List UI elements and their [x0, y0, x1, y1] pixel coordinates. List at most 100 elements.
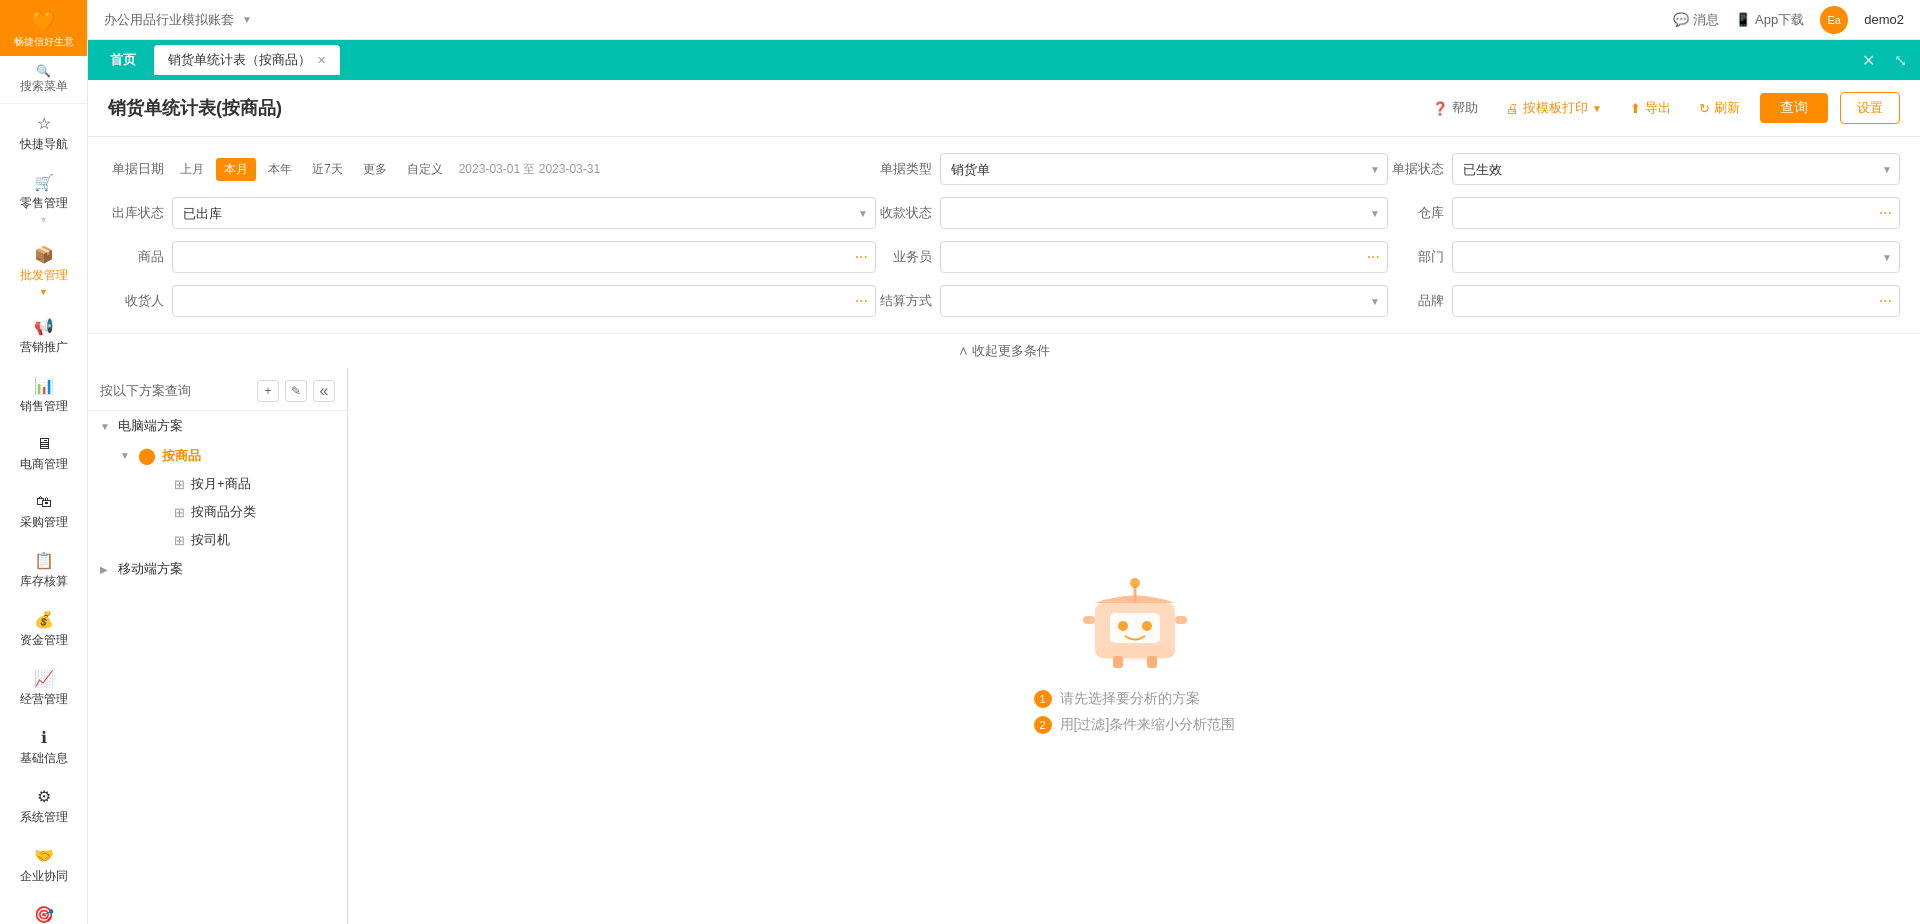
- brand-input[interactable]: [1452, 285, 1900, 317]
- receipt-status-label: 收款状态: [876, 204, 932, 222]
- out-status-control: 已出库 ▼: [172, 197, 876, 229]
- empty-state: 1 请先选择要分析的方案 2 用[过滤]条件来缩小分析范围: [1034, 558, 1236, 734]
- add-scheme-btn[interactable]: +: [257, 380, 279, 402]
- date-tab-last-month[interactable]: 上月: [172, 158, 212, 181]
- edit-scheme-btn[interactable]: ✎: [285, 380, 307, 402]
- export-icon: ⬆: [1630, 101, 1641, 116]
- date-tabs: 上月 本月 本年 近7天 更多 自定义: [172, 158, 451, 181]
- print-dropdown-icon[interactable]: ▼: [1592, 103, 1602, 114]
- settlement-select[interactable]: [940, 285, 1388, 317]
- sidebar-item-newbie[interactable]: 🎯 新手引导: [0, 895, 87, 924]
- sidebar-item-search-menu[interactable]: 🔍 搜索菜单: [0, 56, 87, 104]
- out-status-select[interactable]: 已出库: [172, 197, 876, 229]
- help-btn[interactable]: ❓ 帮助: [1424, 95, 1486, 121]
- tree-node-by-goods[interactable]: ▼ ⬤ 按商品: [112, 441, 347, 470]
- username: demo2: [1864, 12, 1904, 27]
- tab-home[interactable]: 首页: [96, 45, 150, 75]
- sidebar-item-ecom-mgmt[interactable]: 🖥 电商管理: [0, 425, 87, 483]
- sidebar: 🧡 畅捷信好生意 🔍 搜索菜单 ☆ 快捷导航 🛒 零售管理 ▼ 📦 批发管理 ▼…: [0, 0, 88, 924]
- doc-status-control: 已生效 ▼: [1452, 153, 1900, 185]
- tree-node-by-month-goods[interactable]: ⊞ 按月+商品: [148, 470, 347, 498]
- sidebar-item-collab[interactable]: 🤝 企业协同: [0, 836, 87, 895]
- filter-consignee: 收货人 ···: [108, 285, 876, 317]
- node-label-by-goods-category: 按商品分类: [191, 503, 256, 521]
- expand-icon: ▼: [100, 421, 112, 432]
- sidebar-item-sales-mgmt[interactable]: 📊 销售管理: [0, 366, 87, 425]
- sidebar-item-quick-nav[interactable]: ☆ 快捷导航: [0, 104, 87, 163]
- receipt-status-select[interactable]: [940, 197, 1388, 229]
- sidebar-item-wholesale-mgmt[interactable]: 📦 批发管理 ▼: [0, 235, 87, 307]
- help-icon: ❓: [1432, 101, 1448, 116]
- doc-status-label: 单据状态: [1388, 160, 1444, 178]
- filter-settlement: 结算方式 ▼: [876, 285, 1388, 317]
- page-header-section: 销货单统计表(按商品) ❓ 帮助 🖨 按模板打印 ▼ ⬆ 导出: [88, 80, 1920, 368]
- filter-row-4: 收货人 ··· 结算方式 ▼: [108, 285, 1900, 317]
- collapse-panel-btn[interactable]: «: [313, 380, 335, 402]
- filter-row-1: 单据日期 上月 本月 本年 近7天 更多 自定义 2023-03-01 至 20…: [108, 153, 1900, 185]
- tip-bullet-1: 1: [1034, 690, 1052, 708]
- print-btn[interactable]: 🖨 按模板打印 ▼: [1498, 95, 1610, 121]
- tab-close-icon[interactable]: ✕: [317, 54, 326, 67]
- svg-point-6: [1130, 578, 1140, 588]
- date-tab-last-7-days[interactable]: 近7天: [304, 158, 351, 181]
- message-btn[interactable]: 💬 消息: [1673, 11, 1719, 29]
- refresh-btn[interactable]: ↻ 刷新: [1691, 95, 1748, 121]
- warehouse-control: ···: [1452, 197, 1900, 229]
- goods-control: ···: [172, 241, 876, 273]
- date-tab-this-month[interactable]: 本月: [216, 158, 256, 181]
- tree-group-mobile[interactable]: ▶ 移动端方案: [88, 554, 347, 584]
- sidebar-item-marketing[interactable]: 📢 营销推广: [0, 307, 87, 366]
- workspace-name: 办公用品行业模拟账套: [104, 11, 234, 29]
- settings-button[interactable]: 设置: [1840, 92, 1900, 124]
- date-tab-custom[interactable]: 自定义: [399, 158, 451, 181]
- tree-group-desktop[interactable]: ▼ 电脑端方案: [88, 411, 347, 441]
- doc-type-control: 销货单 ▼: [940, 153, 1388, 185]
- filter-area: 单据日期 上月 本月 本年 近7天 更多 自定义 2023-03-01 至 20…: [88, 137, 1920, 333]
- consignee-input[interactable]: [172, 285, 876, 317]
- staff-input[interactable]: [940, 241, 1388, 273]
- tip-text-2: 用[过滤]条件来缩小分析范围: [1060, 716, 1236, 734]
- left-panel-toolbar: + ✎ «: [257, 380, 335, 402]
- export-btn[interactable]: ⬆ 导出: [1622, 95, 1679, 121]
- sidebar-item-sys-mgmt[interactable]: ⚙ 系统管理: [0, 777, 87, 836]
- collapse-filters-btn[interactable]: ∧ 收起更多条件: [88, 333, 1920, 368]
- workspace-selector[interactable]: 办公用品行业模拟账套 ▼: [104, 11, 252, 29]
- sidebar-item-basic-info[interactable]: ℹ 基础信息: [0, 718, 87, 777]
- sidebar-item-finance[interactable]: 💰 资金管理: [0, 600, 87, 659]
- filter-receipt-status: 收款状态 ▼: [876, 197, 1388, 229]
- filter-goods: 商品 ···: [108, 241, 876, 273]
- date-range-display: 2023-03-01 至 2023-03-31: [459, 161, 600, 178]
- app-download-btn[interactable]: 📱 App下载: [1735, 11, 1804, 29]
- page-content: 销货单统计表(按商品) ❓ 帮助 🖨 按模板打印 ▼ ⬆ 导出: [88, 80, 1920, 924]
- date-tab-more[interactable]: 更多: [355, 158, 395, 181]
- query-button[interactable]: 查询: [1760, 93, 1828, 123]
- expand-icon: ▼: [120, 450, 132, 461]
- dept-select[interactable]: [1452, 241, 1900, 273]
- sidebar-item-ops-mgmt[interactable]: 📈 经营管理: [0, 659, 87, 718]
- date-tab-this-year[interactable]: 本年: [260, 158, 300, 181]
- svg-point-4: [1142, 621, 1152, 631]
- workspace-dropdown-icon: ▼: [242, 14, 252, 25]
- filter-dept: 部门 ▼: [1388, 241, 1900, 273]
- goods-input[interactable]: [172, 241, 876, 273]
- staff-control: ···: [940, 241, 1388, 273]
- tab-sales-stats[interactable]: 销货单统计表（按商品） ✕: [154, 45, 340, 75]
- doc-type-select[interactable]: 销货单: [940, 153, 1388, 185]
- warehouse-input[interactable]: [1452, 197, 1900, 229]
- avatar[interactable]: Ea: [1820, 6, 1848, 34]
- sidebar-item-purchase-mgmt[interactable]: 🛍 采购管理: [0, 483, 87, 541]
- doc-status-select[interactable]: 已生效: [1452, 153, 1900, 185]
- maximize-window-btn[interactable]: ⤡: [1888, 48, 1912, 72]
- sidebar-item-inventory[interactable]: 📋 库存核算: [0, 541, 87, 600]
- expand-icon: ▶: [100, 564, 112, 575]
- svg-rect-8: [1147, 656, 1157, 668]
- node-icon: ⊞: [174, 477, 185, 492]
- page-header: 销货单统计表(按商品) ❓ 帮助 🖨 按模板打印 ▼ ⬆ 导出: [88, 80, 1920, 137]
- sidebar-item-retail-mgmt[interactable]: 🛒 零售管理 ▼: [0, 163, 87, 235]
- page-title: 销货单统计表(按商品): [108, 96, 282, 132]
- close-window-btn[interactable]: ✕: [1856, 48, 1880, 72]
- tree-node-by-goods-category[interactable]: ⊞ 按商品分类: [148, 498, 347, 526]
- tree-node-by-warehouse[interactable]: ⊞ 按司机: [148, 526, 347, 554]
- out-status-label: 出库状态: [108, 204, 164, 222]
- empty-state-illustration: [1075, 558, 1195, 678]
